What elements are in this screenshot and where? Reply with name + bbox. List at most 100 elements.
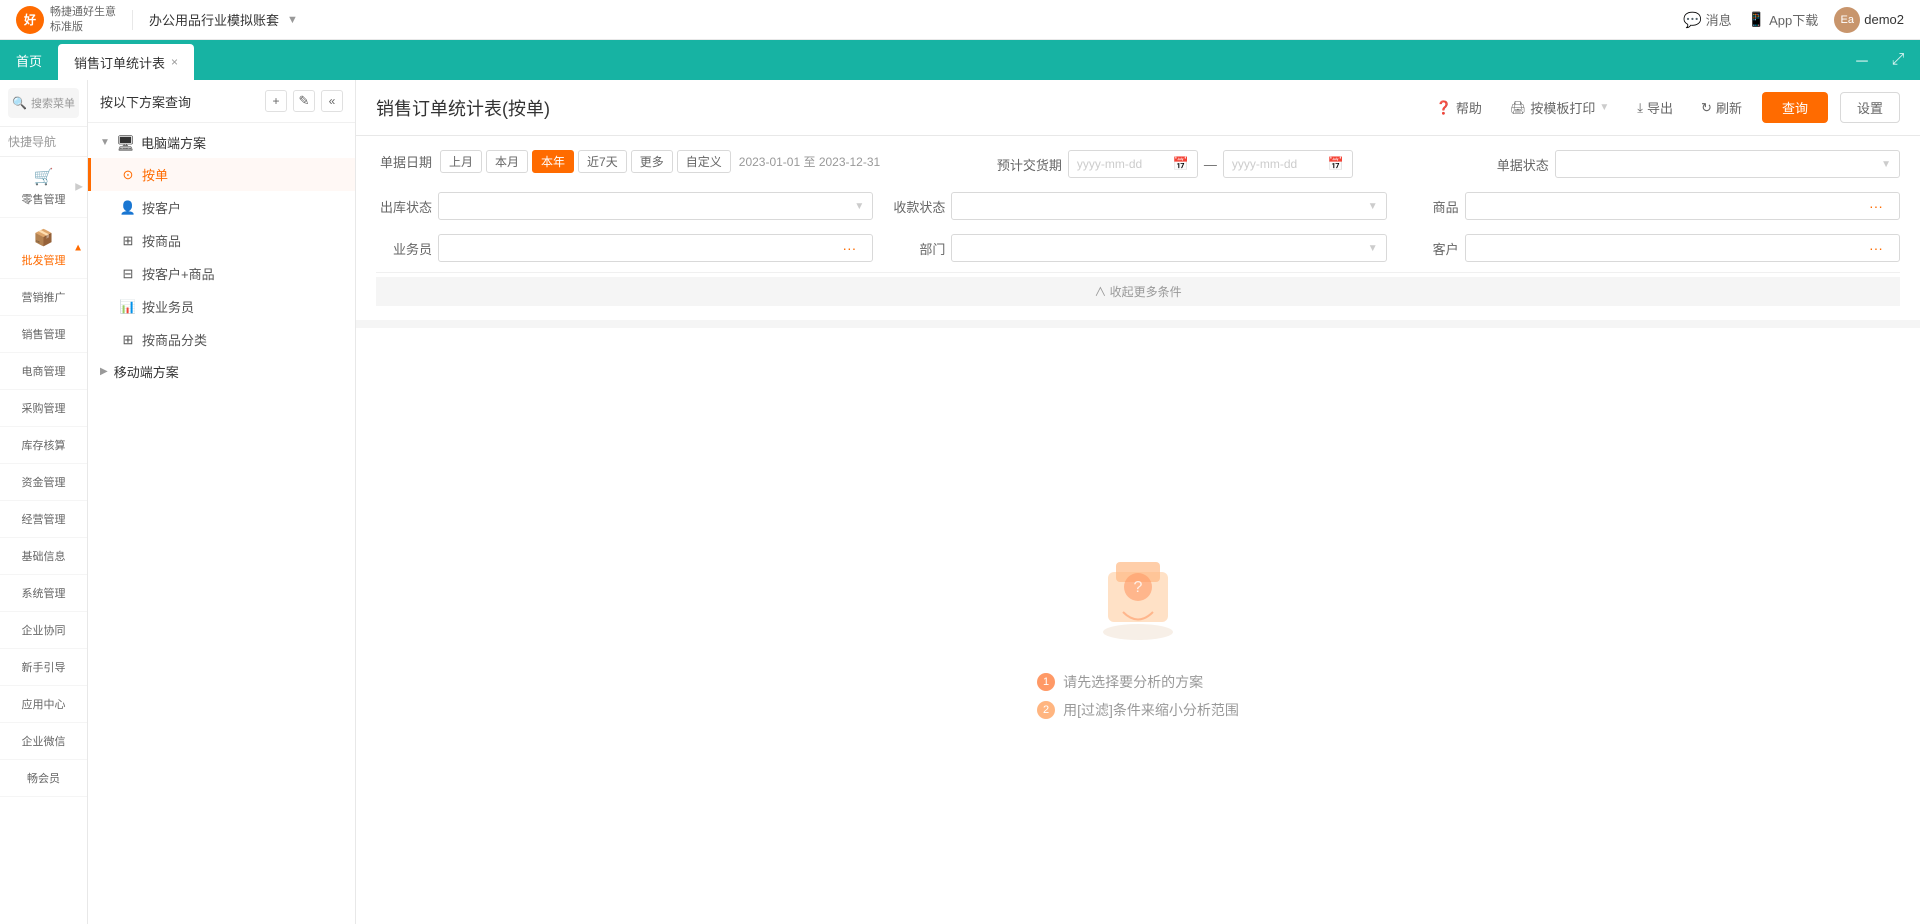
date-btn-7days[interactable]: 近7天 [578, 150, 627, 173]
date-btn-this-year[interactable]: 本年 [532, 150, 574, 173]
expected-date-label: 预计交货期 [997, 155, 1062, 174]
maximize-button[interactable]: ⤢ [1884, 46, 1912, 74]
export-icon: ⤓ [1637, 100, 1643, 116]
sidebar-item-stock[interactable]: 库存核算 [0, 427, 87, 464]
date-btn-custom[interactable]: 自定义 [677, 150, 731, 173]
by-category-icon: ⊞ [120, 332, 136, 348]
salesperson-input[interactable]: ··· [438, 234, 873, 262]
download-icon: 📱 [1748, 11, 1765, 28]
app-title-dropdown[interactable]: ▼ [287, 14, 298, 26]
wholesale-arrow: ▲ [73, 243, 83, 254]
filter-row-1: 单据日期 上月 本月 本年 近7天 更多 自定义 2023-01-01 至 20… [376, 150, 1900, 178]
date-btn-this-month[interactable]: 本月 [486, 150, 528, 173]
salesperson-label: 业务员 [376, 239, 432, 258]
message-button[interactable]: 💬 消息 [1683, 10, 1732, 29]
svg-text:?: ? [1134, 579, 1143, 596]
sidebar-item-wholesale[interactable]: 📦 批发管理 ▲ [0, 218, 87, 279]
shipment-label: 出库状态 [376, 197, 432, 216]
logo-icon: 好 [16, 6, 44, 34]
scheme-item-by-category[interactable]: ⊞ 按商品分类 [88, 323, 355, 356]
shipment-select[interactable]: ▼ [438, 192, 873, 220]
date-btn-more[interactable]: 更多 [631, 150, 673, 173]
help-button[interactable]: ❓ 帮助 [1428, 94, 1490, 121]
quick-nav-item[interactable]: 快捷导航 [0, 127, 87, 157]
department-filter-group: 部门 ▼ [873, 234, 1386, 262]
refresh-button[interactable]: ↻ 刷新 [1693, 94, 1750, 121]
date-separator: — [1204, 157, 1217, 172]
sidebar-item-sales[interactable]: 销售管理 [0, 316, 87, 353]
scheme-item-by-customer-product[interactable]: ⊟ 按客户+商品 [88, 257, 355, 290]
sidebar-item-basic[interactable]: 基础信息 [0, 538, 87, 575]
scheme-item-by-order[interactable]: ⊙ 按单 [88, 158, 355, 191]
shipment-filter-group: 出库状态 ▼ [376, 192, 873, 220]
mobile-scheme-group-header[interactable]: ▶ 移动端方案 [88, 356, 355, 387]
sidebar-item-wechat[interactable]: 企业微信 [0, 723, 87, 760]
refresh-icon: ↻ [1701, 100, 1712, 116]
expected-date-end-input[interactable]: yyyy-mm-dd 📅 [1223, 150, 1353, 178]
tab-close-icon[interactable]: × [171, 55, 178, 69]
collapse-filters-button[interactable]: ∧ 收起更多条件 [376, 277, 1900, 306]
receipt-label: 收款状态 [889, 197, 945, 216]
sidebar-item-operation[interactable]: 经营管理 [0, 501, 87, 538]
pc-scheme-group-header[interactable]: ▼ 🖥 电脑端方案 [88, 127, 355, 158]
left-panel-title: 按以下方案查询 [100, 92, 191, 111]
app-download-button[interactable]: 📱 App下载 [1748, 10, 1819, 29]
by-salesperson-icon: 📊 [120, 299, 136, 315]
left-panel-header: 按以下方案查询 + ✎ « [88, 80, 355, 123]
date-btn-last-month[interactable]: 上月 [440, 150, 482, 173]
product-input[interactable]: ··· [1465, 192, 1900, 220]
sidebar-item-member[interactable]: 畅会员 [0, 760, 87, 797]
sidebar: 🔍 搜索菜单 快捷导航 🛒 零售管理 ▶ 📦 批发管理 ▲ 营销推广 销售管理 … [0, 80, 88, 924]
salesperson-ellipsis-btn[interactable]: ··· [834, 240, 864, 256]
export-button[interactable]: ⤓ 导出 [1629, 94, 1681, 121]
salesperson-filter-group: 业务员 ··· [376, 234, 873, 262]
collapse-panel-button[interactable]: « [321, 90, 343, 112]
customer-label: 客户 [1403, 239, 1459, 258]
tab-home[interactable]: 首页 [0, 40, 58, 80]
tip-number-1: 1 [1037, 673, 1055, 691]
minimize-button[interactable]: － [1848, 46, 1876, 74]
scheme-item-by-product[interactable]: ⊞ 按商品 [88, 224, 355, 257]
calendar-icon-end: 📅 [1328, 156, 1344, 172]
sidebar-item-ecommerce[interactable]: 电商管理 [0, 353, 87, 390]
user-profile-button[interactable]: Ea demo2 [1834, 7, 1904, 33]
empty-illustration: ? [1078, 532, 1198, 652]
customer-input[interactable]: ··· [1465, 234, 1900, 262]
sidebar-item-purchase[interactable]: 采购管理 [0, 390, 87, 427]
by-product-icon: ⊞ [120, 233, 136, 249]
search-menu-button[interactable]: 🔍 搜索菜单 [8, 88, 79, 118]
date-filter-group: 单据日期 上月 本月 本年 近7天 更多 自定义 2023-01-01 至 20… [376, 150, 981, 173]
page-header: 销售订单统计表(按单) ❓ 帮助 🖨 按模板打印 ▼ ⤓ [356, 80, 1920, 136]
empty-tip-2: 2 用[过滤]条件来缩小分析范围 [1037, 700, 1239, 720]
sidebar-item-retail[interactable]: 🛒 零售管理 ▶ [0, 157, 87, 218]
scheme-item-by-customer[interactable]: 👤 按客户 [88, 191, 355, 224]
department-select[interactable]: ▼ [951, 234, 1386, 262]
status-label: 单据状态 [1497, 155, 1549, 174]
tab-sales-order-statistics[interactable]: 销售订单统计表 × [58, 44, 194, 80]
search-icon: 🔍 [12, 96, 27, 110]
sidebar-item-system[interactable]: 系统管理 [0, 575, 87, 612]
sidebar-item-newbie[interactable]: 新手引导 [0, 649, 87, 686]
expected-date-start-input[interactable]: yyyy-mm-dd 📅 [1068, 150, 1198, 178]
sidebar-item-finance[interactable]: 资金管理 [0, 464, 87, 501]
edit-scheme-button[interactable]: ✎ [293, 90, 315, 112]
settings-button[interactable]: 设置 [1840, 92, 1900, 123]
status-select[interactable]: ▼ [1555, 150, 1900, 178]
customer-ellipsis-btn[interactable]: ··· [1861, 240, 1891, 256]
query-button[interactable]: 查询 [1762, 92, 1828, 123]
help-icon: ❓ [1436, 100, 1452, 116]
top-bar-left: 好 畅捷通好生意 标准版 办公用品行业模拟账套 ▼ [16, 5, 298, 34]
sidebar-item-enterprise[interactable]: 企业协同 [0, 612, 87, 649]
scheme-item-by-salesperson[interactable]: 📊 按业务员 [88, 290, 355, 323]
product-filter-group: 商品 ··· [1387, 192, 1900, 220]
receipt-filter-group: 收款状态 ▼ [873, 192, 1386, 220]
add-scheme-button[interactable]: + [265, 90, 287, 112]
template-print-button[interactable]: 🖨 按模板打印 ▼ [1502, 94, 1617, 121]
sidebar-item-appstore[interactable]: 应用中心 [0, 686, 87, 723]
product-ellipsis-btn[interactable]: ··· [1861, 198, 1891, 214]
page-header-top: 销售订单统计表(按单) ❓ 帮助 🖨 按模板打印 ▼ ⤓ [376, 92, 1900, 123]
sidebar-item-marketing[interactable]: 营销推广 [0, 279, 87, 316]
receipt-select[interactable]: ▼ [951, 192, 1386, 220]
retail-icon: 🛒 [34, 167, 54, 187]
main-layout: 🔍 搜索菜单 快捷导航 🛒 零售管理 ▶ 📦 批发管理 ▲ 营销推广 销售管理 … [0, 80, 1920, 924]
